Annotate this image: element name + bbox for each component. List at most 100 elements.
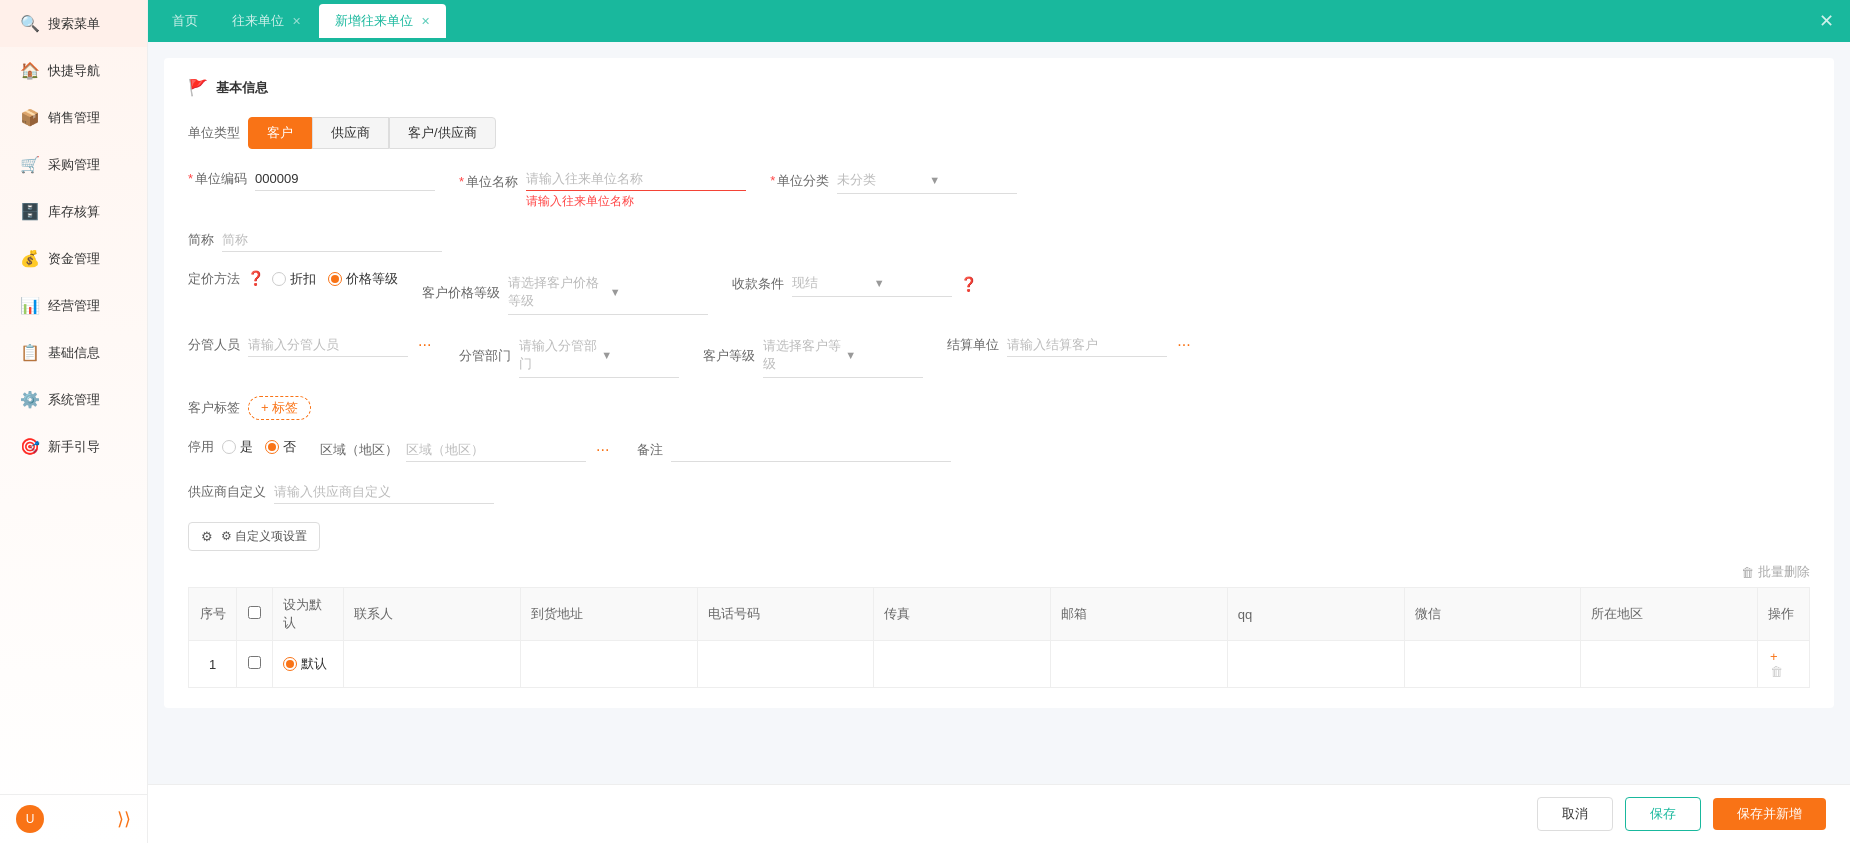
col-checkbox[interactable] — [237, 588, 273, 641]
sidebar-item-purchase[interactable]: 🛒 采购管理 — [0, 141, 147, 188]
row-phone-input[interactable] — [708, 657, 864, 672]
row-address-input[interactable] — [531, 657, 687, 672]
row-fax[interactable] — [874, 641, 1051, 688]
department-select[interactable]: 请输入分管部门 ▼ — [519, 333, 679, 378]
unit-type-supplier-btn[interactable]: 供应商 — [312, 117, 389, 149]
tab-new-counterparty-close[interactable]: ✕ — [421, 15, 430, 28]
row-region[interactable] — [1581, 641, 1758, 688]
save-new-button[interactable]: 保存并新增 — [1713, 798, 1826, 830]
manager-input[interactable] — [248, 333, 408, 357]
supplier-custom-input[interactable] — [274, 480, 494, 504]
unit-category-label: *单位分类 — [770, 172, 829, 190]
customer-price-level-select[interactable]: 请选择客户价格等级 ▼ — [508, 270, 708, 315]
sidebar-item-inventory[interactable]: 🗄️ 库存核算 — [0, 188, 147, 235]
short-name-label: 简称 — [188, 231, 214, 249]
row-qq[interactable] — [1227, 641, 1404, 688]
row-address[interactable] — [521, 641, 698, 688]
row-email[interactable] — [1051, 641, 1228, 688]
manager-more-btn[interactable]: ··· — [414, 336, 435, 354]
sidebar-item-quick-nav[interactable]: 🏠 快捷导航 — [0, 47, 147, 94]
row-checkbox[interactable] — [248, 656, 261, 669]
col-email: 邮箱 — [1051, 588, 1228, 641]
disabled-yes-circle — [222, 440, 236, 454]
custom-settings-btn[interactable]: ⚙ ⚙ 自定义项设置 — [188, 522, 320, 551]
row-contact-input[interactable] — [354, 657, 510, 672]
row-contact[interactable] — [344, 641, 521, 688]
add-tag-btn[interactable]: + 标签 — [248, 396, 311, 420]
row-email-input[interactable] — [1061, 657, 1217, 672]
select-all-checkbox[interactable] — [248, 606, 261, 619]
disabled-no-radio[interactable]: 否 — [265, 438, 296, 456]
tab-counterparty[interactable]: 往来单位 ✕ — [216, 4, 317, 38]
sidebar-bottom: U ⟩⟩ — [0, 794, 147, 843]
pricing-discount-radio[interactable]: 折扣 — [272, 270, 316, 288]
pricing-row: 定价方法 ❓ 折扣 价格等级 — [188, 270, 1810, 315]
sidebar-item-finance[interactable]: 💰 资金管理 — [0, 235, 147, 282]
remark-input[interactable] — [671, 438, 951, 462]
pricing-level-label: 价格等级 — [346, 270, 398, 288]
close-all-tabs-icon[interactable]: ✕ — [1811, 6, 1842, 36]
tab-home[interactable]: 首页 — [156, 4, 214, 38]
department-chevron: ▼ — [601, 349, 679, 361]
row-default-circle — [283, 657, 297, 671]
row-delete-btn[interactable]: 🗑 — [1770, 664, 1783, 679]
row-qq-input[interactable] — [1238, 657, 1394, 672]
pricing-method-label: 定价方法 ❓ — [188, 270, 264, 288]
unit-code-input[interactable] — [255, 167, 435, 191]
pricing-method-radio-group: 折扣 价格等级 — [272, 270, 398, 288]
sidebar-item-sales[interactable]: 📦 销售管理 — [0, 94, 147, 141]
sales-icon: 📦 — [20, 108, 40, 127]
unit-type-customer-btn[interactable]: 客户 — [248, 117, 312, 149]
unit-code-group: *单位编码 — [188, 167, 435, 191]
remark-label: 备注 — [637, 441, 663, 459]
unit-name-input[interactable] — [526, 167, 746, 191]
manager-label: 分管人员 — [188, 336, 240, 354]
disabled-group: 停用 是 否 — [188, 438, 296, 456]
sidebar-item-system[interactable]: ⚙️ 系统管理 — [0, 376, 147, 423]
short-name-input[interactable] — [222, 228, 442, 252]
table-header: 序号 设为默认 联系人 到货地址 电话号码 传真 邮箱 qq 微信 — [189, 588, 1810, 641]
purchase-icon: 🛒 — [20, 155, 40, 174]
pricing-level-radio[interactable]: 价格等级 — [328, 270, 398, 288]
row-add-btn[interactable]: + — [1770, 649, 1778, 664]
row-fax-input[interactable] — [884, 657, 1040, 672]
sidebar-item-basic-info[interactable]: 📋 基础信息 — [0, 329, 147, 376]
customer-price-level-label: 客户价格等级 — [422, 284, 500, 302]
col-region: 所在地区 — [1581, 588, 1758, 641]
region-more-btn[interactable]: ··· — [592, 441, 613, 459]
customer-level-select[interactable]: 请选择客户等级 ▼ — [763, 333, 923, 378]
sidebar-item-search[interactable]: 🔍 搜索菜单 — [0, 0, 147, 47]
disabled-yes-radio[interactable]: 是 — [222, 438, 253, 456]
tab-new-counterparty[interactable]: 新增往来单位 ✕ — [319, 4, 446, 38]
payment-terms-select[interactable]: 现结 ▼ — [792, 270, 952, 297]
batch-delete-btn[interactable]: 🗑 批量删除 — [188, 563, 1810, 581]
code-name-category-row: *单位编码 *单位名称 请输入往来单位名称 — [188, 167, 1810, 210]
row-phone[interactable] — [697, 641, 874, 688]
region-input[interactable] — [406, 438, 586, 462]
settlement-unit-input[interactable] — [1007, 333, 1167, 357]
main: 首页 往来单位 ✕ 新增往来单位 ✕ ✕ 🚩 基本信息 单 — [148, 0, 1850, 843]
save-button[interactable]: 保存 — [1625, 797, 1701, 831]
row-checkbox-cell[interactable] — [237, 641, 273, 688]
cancel-button[interactable]: 取消 — [1537, 797, 1613, 831]
settlement-unit-more-btn[interactable]: ··· — [1173, 336, 1194, 354]
row-region-input[interactable] — [1591, 657, 1747, 672]
row-actions: + 🗑 — [1757, 641, 1809, 688]
row-wechat-input[interactable] — [1415, 657, 1571, 672]
unit-type-both-btn[interactable]: 客户/供应商 — [389, 117, 496, 149]
unit-category-select[interactable]: 未分类 ▼ — [837, 167, 1017, 194]
pricing-help-icon[interactable]: ❓ — [247, 270, 264, 286]
home-icon: 🏠 — [20, 61, 40, 80]
supplier-custom-label: 供应商自定义 — [188, 483, 266, 501]
settlement-unit-field-wrapper: ··· — [1007, 333, 1194, 357]
sidebar-item-guide[interactable]: 🎯 新手引导 — [0, 423, 147, 470]
sidebar-item-operations[interactable]: 📊 经营管理 — [0, 282, 147, 329]
row-wechat[interactable] — [1404, 641, 1581, 688]
payment-terms-help-icon[interactable]: ❓ — [960, 276, 977, 292]
tab-counterparty-close[interactable]: ✕ — [292, 15, 301, 28]
row-default-radio[interactable]: 默认 — [283, 655, 333, 673]
basic-info-icon: 📋 — [20, 343, 40, 362]
expand-icon[interactable]: ⟩⟩ — [117, 808, 131, 830]
table-row: 1 默认 — [189, 641, 1810, 688]
col-address: 到货地址 — [521, 588, 698, 641]
